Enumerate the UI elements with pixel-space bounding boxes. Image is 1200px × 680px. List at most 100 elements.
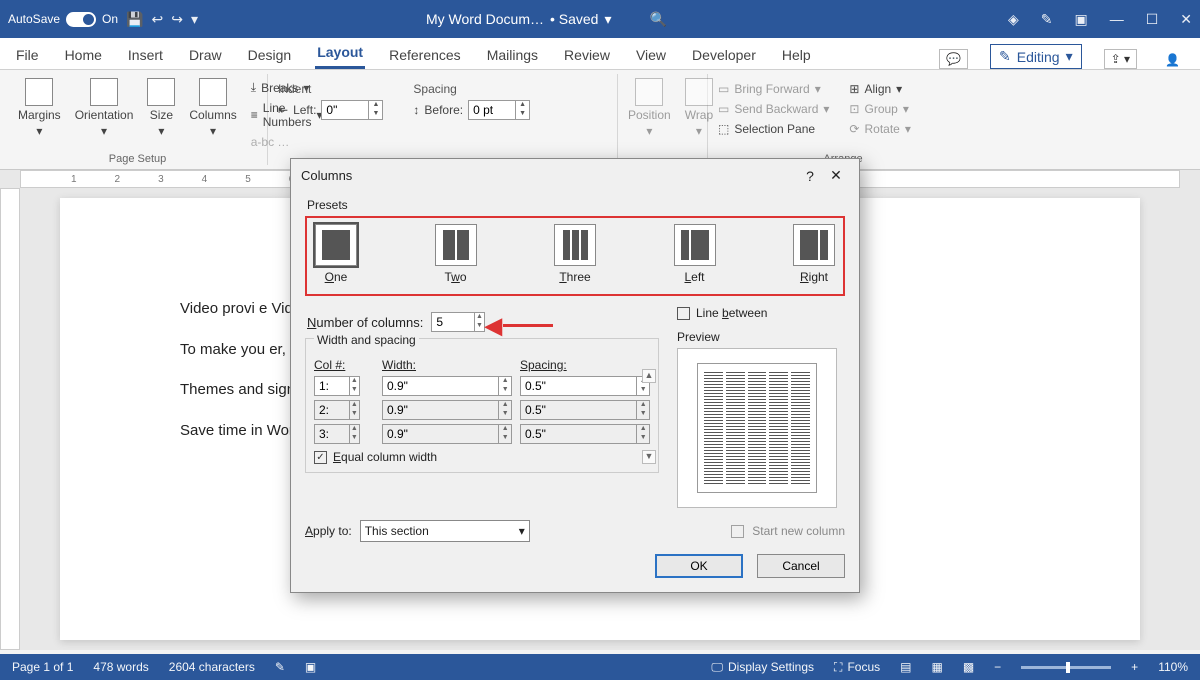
presets-highlight-box: One Two Three Left Right <box>305 216 845 296</box>
zoom-out-icon[interactable]: − <box>994 660 1001 674</box>
tab-review[interactable]: Review <box>562 41 612 69</box>
preset-three[interactable]: Three <box>554 224 596 284</box>
tab-view[interactable]: View <box>634 41 668 69</box>
spacing-before-input[interactable] <box>469 101 515 119</box>
indent-label: Indent <box>278 82 383 96</box>
comments-button[interactable]: 💬 <box>939 49 968 69</box>
tab-developer[interactable]: Developer <box>690 41 758 69</box>
maximize-icon[interactable]: ☐ <box>1146 11 1159 28</box>
columns-dialog: Columns ? ✕ Presets One Two Three Left R… <box>290 158 860 593</box>
apply-to-label: Apply to: <box>305 524 352 538</box>
zoom-slider[interactable] <box>1021 666 1111 669</box>
hyphenation-button[interactable]: a-bc … <box>251 133 323 151</box>
num-columns-label: Number of columns: <box>307 315 423 330</box>
tab-layout[interactable]: Layout <box>315 38 365 69</box>
group-button[interactable]: ⊡ Group ▾ <box>849 100 910 118</box>
checkmark-icon: ✓ <box>314 451 327 464</box>
preset-one[interactable]: One <box>315 224 357 284</box>
rotate-button[interactable]: ⟳ Rotate ▾ <box>849 120 910 138</box>
tab-mailings[interactable]: Mailings <box>485 41 540 69</box>
indent-left-input[interactable] <box>322 101 368 119</box>
selection-pane-button[interactable]: ⬚ Selection Pane <box>718 120 829 138</box>
width-2 <box>383 401 498 419</box>
orientation-button[interactable]: Orientation▾ <box>75 74 134 151</box>
autosave-toggle[interactable]: AutoSave On <box>8 12 118 27</box>
size-button[interactable]: Size▾ <box>147 74 175 151</box>
num-columns-input[interactable] <box>432 313 473 331</box>
presets-label: Presets <box>307 198 845 212</box>
red-arrow-annotation: ◀ <box>485 313 502 339</box>
tab-home[interactable]: Home <box>63 41 104 69</box>
preset-left[interactable]: Left <box>674 224 716 284</box>
tab-help[interactable]: Help <box>780 41 813 69</box>
group-page-setup: Page Setup <box>18 153 257 165</box>
spelling-icon[interactable]: ✎ <box>275 660 285 674</box>
page-indicator[interactable]: Page 1 of 1 <box>12 660 73 674</box>
display-settings[interactable]: 🖵 Display Settings <box>711 660 814 675</box>
zoom-in-icon[interactable]: + <box>1131 660 1138 674</box>
cancel-button[interactable]: Cancel <box>757 554 845 578</box>
preset-right[interactable]: Right <box>793 224 835 284</box>
indent-left-field[interactable]: ⇤ Left: ▲▼ <box>278 98 383 122</box>
tab-file[interactable]: File <box>14 41 41 69</box>
scroll-arrows[interactable]: ▼ <box>642 450 656 464</box>
close-icon[interactable]: ✕ <box>1180 11 1192 28</box>
focus-mode[interactable]: ⛶ Focus <box>834 660 880 675</box>
ribbon-display-icon[interactable]: ▣ <box>1074 11 1087 28</box>
undo-icon[interactable]: ↩ <box>152 11 164 28</box>
autosave-state: On <box>102 12 118 26</box>
help-icon[interactable]: ? <box>797 168 823 184</box>
diamond-icon[interactable]: ◈ <box>1008 11 1019 28</box>
redo-icon[interactable]: ↪ <box>171 11 183 28</box>
char-count[interactable]: 2604 characters <box>169 660 255 674</box>
status-bar: Page 1 of 1 478 words 2604 characters ✎ … <box>0 654 1200 680</box>
editing-mode-button[interactable]: ✎ Editing ▾ <box>990 44 1082 69</box>
bring-forward-button[interactable]: ▭ Bring Forward ▾ <box>718 80 829 98</box>
zoom-level[interactable]: 110% <box>1158 660 1188 674</box>
minimize-icon[interactable]: — <box>1110 11 1124 27</box>
send-backward-button[interactable]: ▭ Send Backward ▾ <box>718 100 829 118</box>
spacing-1[interactable] <box>521 377 636 395</box>
preview-label: Preview <box>677 330 845 344</box>
spacing-before-field[interactable]: ↕ Before: ▲▼ <box>413 98 530 122</box>
web-layout-icon[interactable]: ▩ <box>963 660 974 674</box>
autosave-switch-icon[interactable] <box>66 12 96 27</box>
width-spacing-group: Width and spacing ▲ ▼ Col #: Width: Spac… <box>305 338 659 473</box>
col-num-2 <box>315 401 349 419</box>
align-button[interactable]: ⊞ Align ▾ <box>849 80 910 98</box>
tab-references[interactable]: References <box>387 41 463 69</box>
scroll-arrows[interactable]: ▲ <box>642 369 656 383</box>
dialog-title: Columns <box>301 168 352 183</box>
apply-to-combo[interactable]: This section ▾ <box>360 520 530 542</box>
ok-button[interactable]: OK <box>655 554 743 578</box>
line-between-checkbox[interactable]: Line between <box>677 306 845 320</box>
save-icon[interactable]: 💾 <box>126 11 143 28</box>
position-button[interactable]: Position▾ <box>628 74 671 138</box>
print-layout-icon[interactable]: ▦ <box>931 660 942 674</box>
accessibility-icon[interactable]: ▣ <box>305 660 316 674</box>
wand-icon[interactable]: ✎ <box>1041 11 1053 28</box>
share-button[interactable]: ⇪ ▾ <box>1104 49 1137 69</box>
close-icon[interactable]: ✕ <box>823 167 849 184</box>
qat-dropdown-icon[interactable]: ▾ <box>191 11 198 28</box>
width-3 <box>383 425 498 443</box>
col-num-1[interactable] <box>315 377 349 395</box>
tab-draw[interactable]: Draw <box>187 41 224 69</box>
chevron-down-icon: ▾ <box>1066 48 1073 65</box>
read-mode-icon[interactable]: ▤ <box>900 660 911 674</box>
checkbox-icon <box>731 525 744 538</box>
width-1[interactable] <box>383 377 498 395</box>
equal-width-checkbox[interactable]: ✓ Equal column width <box>314 450 650 464</box>
pencil-icon: ✎ <box>999 48 1011 65</box>
tab-design[interactable]: Design <box>246 41 294 69</box>
columns-button[interactable]: Columns▾ <box>189 74 236 151</box>
word-count[interactable]: 478 words <box>93 660 148 674</box>
preset-two[interactable]: Two <box>435 224 477 284</box>
tab-insert[interactable]: Insert <box>126 41 165 69</box>
account-icon[interactable]: 👤 <box>1159 51 1186 69</box>
wrap-text-button[interactable]: Wrap▾ <box>685 74 713 138</box>
document-title[interactable]: My Word Docum… • Saved ▾ <box>426 11 612 28</box>
vertical-ruler[interactable] <box>0 188 20 650</box>
margins-button[interactable]: Margins▾ <box>18 74 61 151</box>
search-icon[interactable]: 🔍 <box>650 11 667 28</box>
